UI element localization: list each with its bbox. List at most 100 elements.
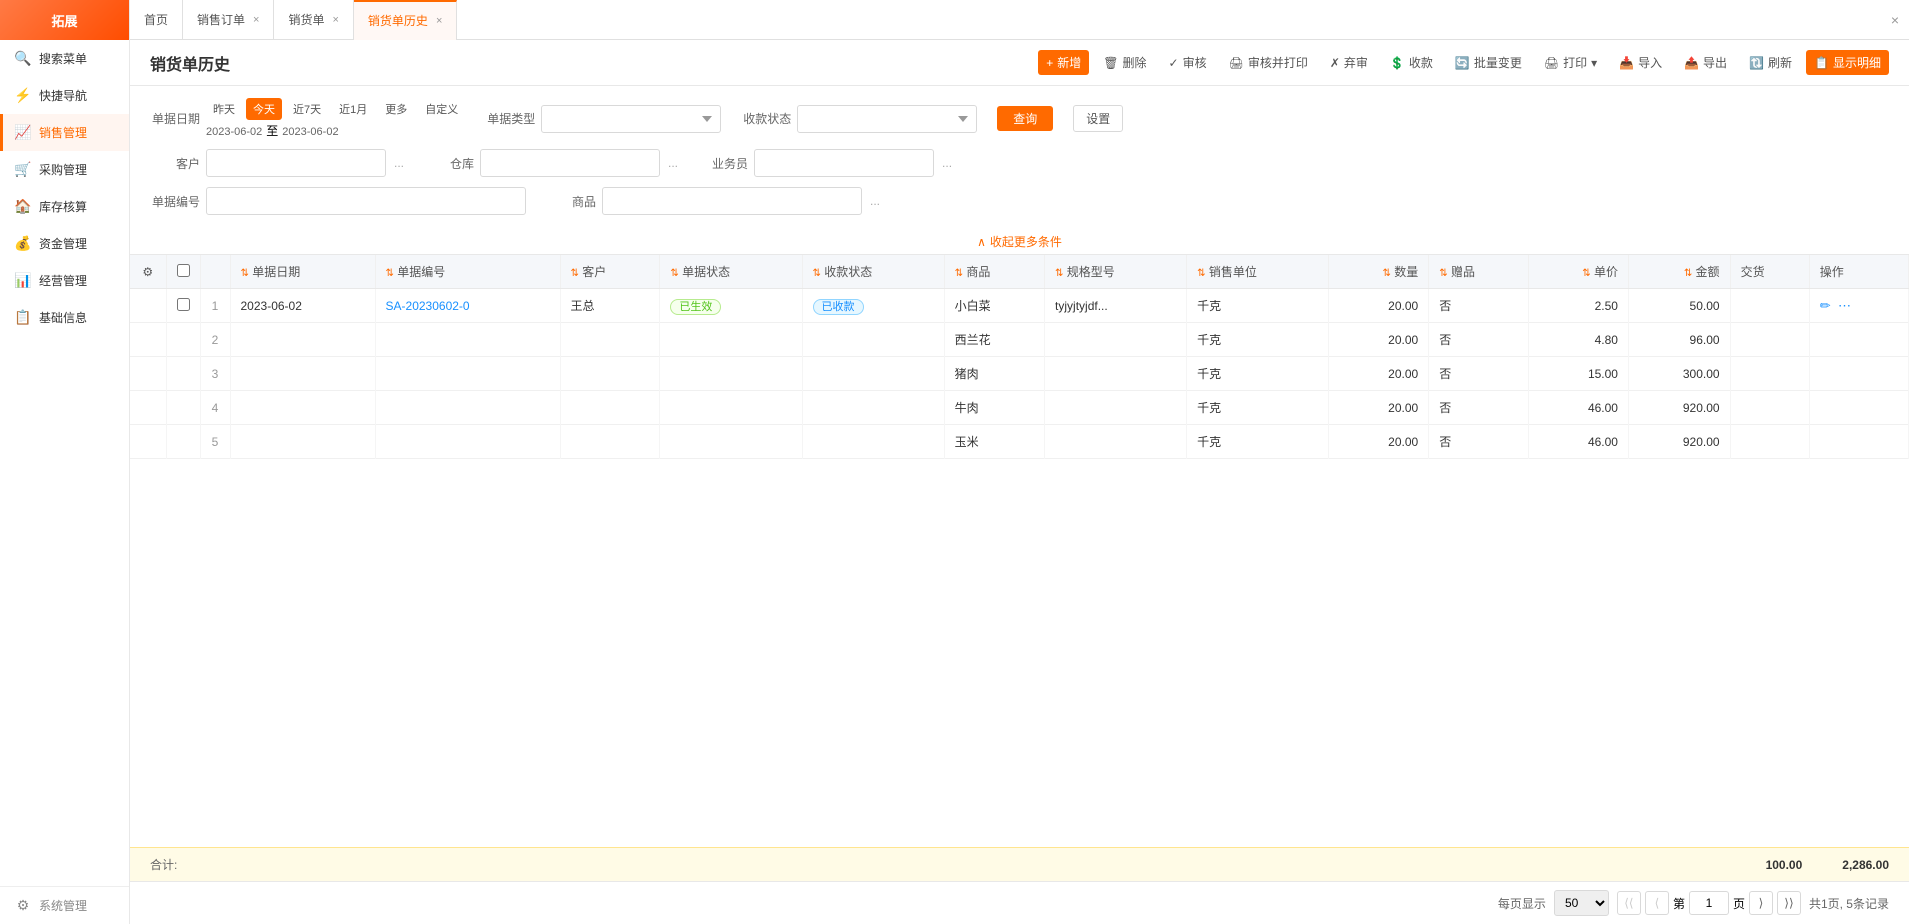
cell-gift: 否 [1429,425,1529,459]
next-page-button[interactable]: ⟩ [1749,891,1773,915]
audit-print-label: 审核并打印 [1248,54,1308,71]
cell-payment-status [802,391,944,425]
page-size-select[interactable]: 50 100 200 [1554,890,1609,916]
sidebar-item-purchase-mgmt[interactable]: 🛒 采购管理 [0,151,129,188]
goods-dots[interactable]: ... [870,194,880,208]
sidebar-item-search-menu[interactable]: 🔍 搜索菜单 [0,40,129,77]
query-button[interactable]: 查询 [997,106,1053,131]
col-doc-date-label: 单据日期 [252,265,300,279]
warehouse-dots[interactable]: ... [668,156,678,170]
col-amount[interactable]: ⇅ 金额 [1628,255,1730,289]
table-settings-icon[interactable]: ⚙ [142,265,153,279]
tab-sales-order[interactable]: 销售订单 × [183,0,274,40]
col-unit-price[interactable]: ⇅ 单价 [1529,255,1629,289]
payment-status-select[interactable] [797,105,977,133]
tab-sales-delivery[interactable]: 销货单 × [274,0,353,40]
cell-num: 1 [200,289,230,323]
col-doc-no[interactable]: ⇅ 单据编号 [375,255,560,289]
col-unit[interactable]: ⇅ 销售单位 [1187,255,1329,289]
col-customer[interactable]: ⇅ 客户 [560,255,660,289]
goods-input[interactable] [602,187,862,215]
first-page-button[interactable]: ⟨⟨ [1617,891,1641,915]
warehouse-input[interactable] [480,149,660,177]
doc-type-select[interactable] [541,105,721,133]
search-icon: 🔍 [15,51,31,67]
sidebar-item-operations[interactable]: 📊 经营管理 [0,262,129,299]
col-doc-date[interactable]: ⇅ 单据日期 [230,255,375,289]
cell-doc-date [230,425,375,459]
col-payment-status[interactable]: ⇅ 收款状态 [802,255,944,289]
sidebar-item-finance[interactable]: 💰 资金管理 [0,225,129,262]
doc-no-input[interactable] [206,187,526,215]
tab-sales-delivery-close[interactable]: × [332,14,338,26]
cell-customer [560,391,660,425]
finance-icon: 💰 [15,236,31,252]
show-detail-button[interactable]: 📋 显示明细 [1806,50,1889,75]
filter-row-3: 单据编号 商品 ... [150,187,1889,215]
col-settings[interactable]: ⚙ [130,255,166,289]
abandon-button[interactable]: ✗ 弃审 [1322,50,1376,75]
page-number-input[interactable]: 1 [1689,891,1729,915]
col-unit-sort: ⇅ [1197,268,1205,279]
salesperson-dots[interactable]: ... [942,156,952,170]
batch-change-button[interactable]: 🔄 批量变更 [1447,50,1530,75]
col-goods[interactable]: ⇅ 商品 [944,255,1044,289]
salesperson-input[interactable] [754,149,934,177]
prev-page-button[interactable]: ⟨ [1645,891,1669,915]
tab-sales-history-close[interactable]: × [436,15,442,27]
cell-checkbox [166,425,200,459]
last-page-button[interactable]: ⟩⟩ [1777,891,1801,915]
col-transaction-label: 交货 [1741,265,1765,279]
refresh-button[interactable]: 🔃 刷新 [1741,50,1800,75]
audit-print-button[interactable]: 🖨 审核并打印 [1221,50,1316,75]
date-btn-7days[interactable]: 近7天 [286,98,328,120]
date-btn-more[interactable]: 更多 [378,98,414,120]
more-icon[interactable]: ⋯ [1838,298,1851,313]
export-button[interactable]: 📤 导出 [1676,50,1735,75]
customer-dots[interactable]: ... [394,156,404,170]
footer-total-amount: 2,286.00 [1842,858,1889,872]
cell-qty: 20.00 [1329,323,1429,357]
page-label-post: 页 [1733,895,1745,912]
cell-checkbox [166,391,200,425]
date-btn-yesterday[interactable]: 昨天 [206,98,242,120]
cell-doc-date: 2023-06-02 [230,289,375,323]
edit-icon[interactable]: ✏ [1820,298,1831,313]
col-gift-sort: ⇅ [1439,268,1447,279]
tab-sales-order-close[interactable]: × [253,14,259,26]
print-button[interactable]: 🖨 打印 ▾ [1536,50,1605,75]
audit-button[interactable]: ✓ 审核 [1161,50,1215,75]
sidebar-item-sys-mgmt[interactable]: ⚙ 系统管理 [0,887,129,924]
collect-button[interactable]: 💲 收款 [1382,50,1441,75]
new-button[interactable]: + 新增 [1038,50,1089,75]
cell-gift: 否 [1429,357,1529,391]
sidebar-item-quick-nav[interactable]: ⚡ 快捷导航 [0,77,129,114]
cell-action [1809,357,1908,391]
date-btn-custom[interactable]: 自定义 [418,98,465,120]
row-checkbox[interactable] [177,298,190,311]
customer-input[interactable] [206,149,386,177]
delete-button[interactable]: 🗑 删除 [1095,50,1154,75]
sidebar-item-base-info[interactable]: 📋 基础信息 [0,299,129,336]
col-spec[interactable]: ⇅ 规格型号 [1045,255,1187,289]
col-doc-status[interactable]: ⇅ 单据状态 [660,255,802,289]
settings-filter-button[interactable]: 设置 [1073,105,1123,132]
sidebar-item-inventory[interactable]: 🏠 库存核算 [0,188,129,225]
cell-amount: 50.00 [1628,289,1730,323]
collapse-button[interactable]: ∧ 收起更多条件 [130,229,1909,254]
tab-sales-history[interactable]: 销货单历史 × [354,0,457,40]
tab-home[interactable]: 首页 [130,0,183,40]
date-btn-today[interactable]: 今天 [246,98,282,120]
cell-settings [130,425,166,459]
import-button[interactable]: 📥 导入 [1611,50,1670,75]
sidebar-item-sales-mgmt[interactable]: 📈 销售管理 [0,114,129,151]
select-all-checkbox[interactable] [177,264,190,277]
cell-doc-no[interactable]: SA-20230602-0 [375,289,560,323]
cell-unit: 千克 [1187,391,1329,425]
col-qty[interactable]: ⇅ 数量 [1329,255,1429,289]
cell-goods: 西兰花 [944,323,1044,357]
col-gift[interactable]: ⇅ 赠品 [1429,255,1529,289]
cell-qty: 20.00 [1329,357,1429,391]
tab-bar-end-close[interactable]: × [1891,12,1909,28]
date-btn-1month[interactable]: 近1月 [332,98,374,120]
